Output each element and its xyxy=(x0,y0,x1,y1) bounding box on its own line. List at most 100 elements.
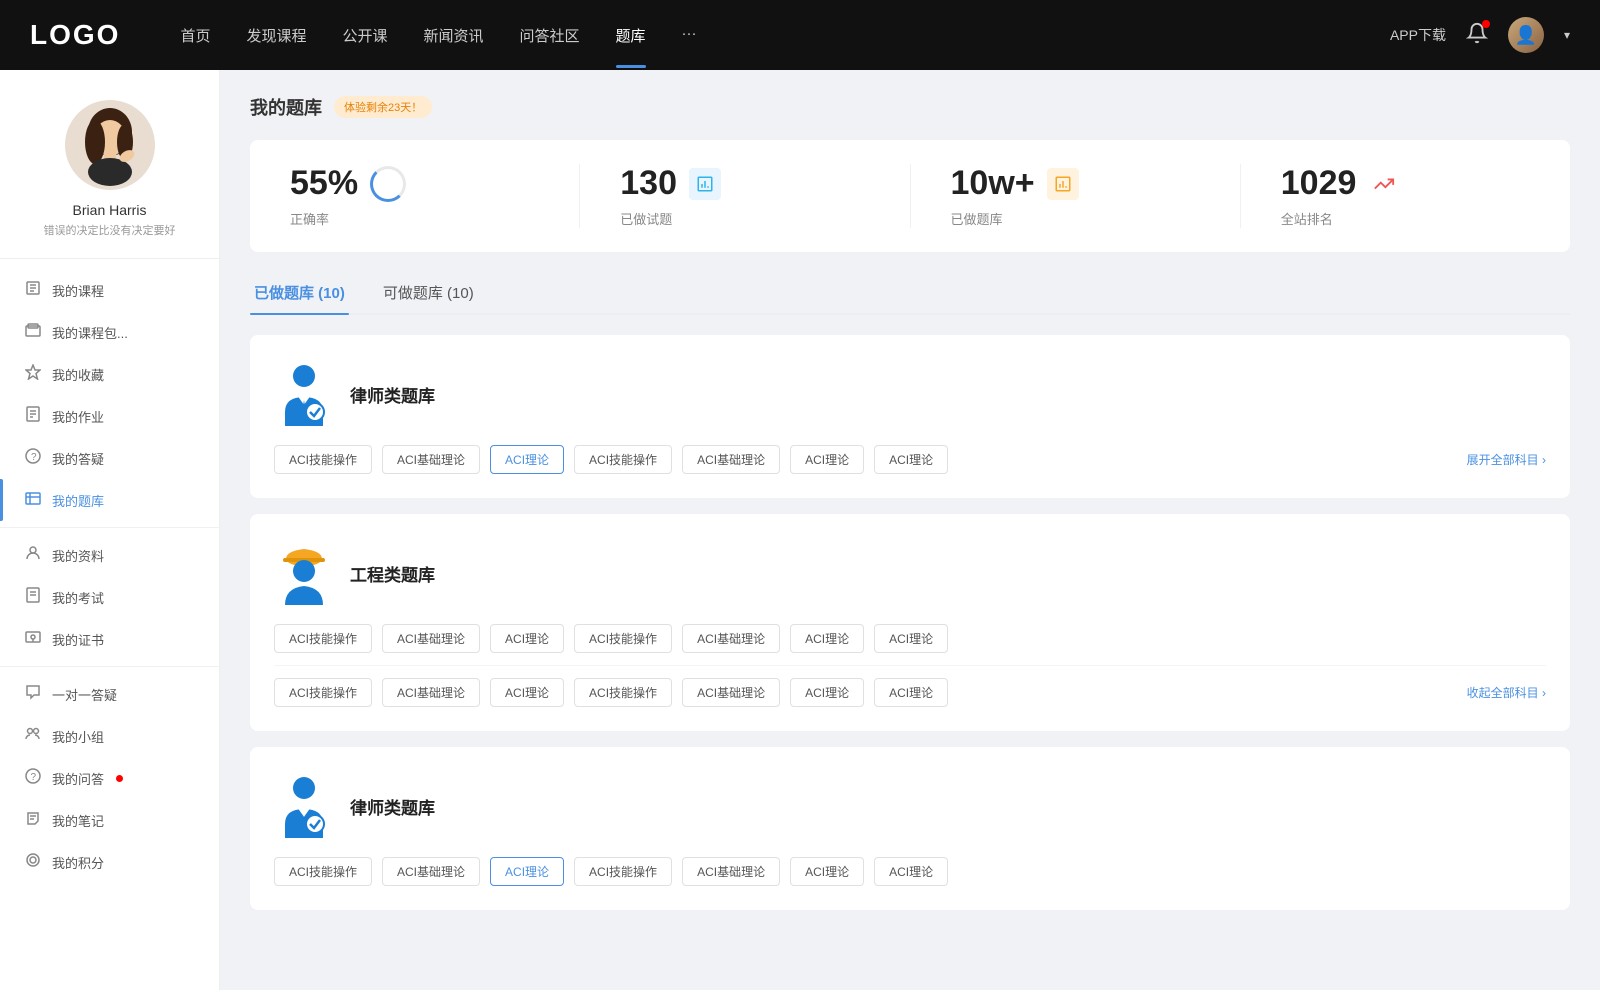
sidebar-item-homework[interactable]: 我的作业 xyxy=(0,395,219,437)
nav-item-more[interactable]: ··· xyxy=(682,25,697,46)
accuracy-icon xyxy=(370,166,406,202)
stat-accuracy: 55% 正确率 xyxy=(250,164,580,228)
sidebar-item-mycourse[interactable]: 我的课程 xyxy=(0,269,219,311)
bank-title-lawyer-2: 律师类题库 xyxy=(350,794,435,819)
group-icon xyxy=(24,726,42,746)
sidebar-item-group[interactable]: 我的小组 xyxy=(0,715,219,757)
course-icon xyxy=(24,280,42,300)
tag-l2-2[interactable]: ACI理论 xyxy=(490,857,564,886)
tag-l2-4[interactable]: ACI基础理论 xyxy=(682,857,780,886)
sidebar-motto: 错误的决定比没有决定要好 xyxy=(44,222,176,238)
nav-item-qa[interactable]: 问答社区 xyxy=(520,25,580,46)
tab-available[interactable]: 可做题库 (10) xyxy=(379,272,478,313)
nav-item-opencourse[interactable]: 公开课 xyxy=(342,25,387,46)
tag-l1-0[interactable]: ACI技能操作 xyxy=(274,445,372,474)
sidebar-item-coursepackage[interactable]: 我的课程包... xyxy=(0,311,219,353)
tag-l1-6[interactable]: ACI理论 xyxy=(874,445,948,474)
nav-item-home[interactable]: 首页 xyxy=(180,25,210,46)
bank-collapse-engineer[interactable]: 收起全部科目 › xyxy=(1467,684,1546,701)
tag-e-r2-2[interactable]: ACI理论 xyxy=(490,678,564,707)
avatar-dropdown-arrow[interactable]: ▾ xyxy=(1564,28,1570,42)
app-download-button[interactable]: APP下载 xyxy=(1390,25,1446,45)
tab-done[interactable]: 已做题库 (10) xyxy=(250,272,349,313)
sidebar-item-qa-label: 我的答疑 xyxy=(52,449,104,468)
sidebar-item-favorites[interactable]: 我的收藏 xyxy=(0,353,219,395)
tag-e-r1-1[interactable]: ACI基础理论 xyxy=(382,624,480,653)
svg-text:?: ? xyxy=(31,452,37,463)
sidebar-item-profile-label: 我的资料 xyxy=(52,546,104,565)
bank-tags-lawyer-1: ACI技能操作 ACI基础理论 ACI理论 ACI技能操作 ACI基础理论 AC… xyxy=(274,445,1546,474)
sidebar-profile: Brian Harris 错误的决定比没有决定要好 xyxy=(0,100,219,259)
main-content: 我的题库 体验剩余23天！ 55% 正确率 130 已做试题 xyxy=(220,70,1600,990)
tag-l2-5[interactable]: ACI理论 xyxy=(790,857,864,886)
bank-title-engineer: 工程类题库 xyxy=(350,561,435,586)
tag-e-r1-3[interactable]: ACI技能操作 xyxy=(574,624,672,653)
homework-icon xyxy=(24,406,42,426)
nav-item-discover[interactable]: 发现课程 xyxy=(246,25,306,46)
bank-divider-engineer xyxy=(274,665,1546,666)
stat-done-questions: 130 已做试题 xyxy=(580,164,910,228)
sidebar-item-homework-label: 我的作业 xyxy=(52,407,104,426)
tag-l2-6[interactable]: ACI理论 xyxy=(874,857,948,886)
avatar[interactable]: 👤 xyxy=(1508,17,1544,53)
tag-l1-5[interactable]: ACI理论 xyxy=(790,445,864,474)
sidebar-item-notes[interactable]: 我的笔记 xyxy=(0,799,219,841)
tag-l2-0[interactable]: ACI技能操作 xyxy=(274,857,372,886)
bank-expand-lawyer-1[interactable]: 展开全部科目 › xyxy=(1467,451,1546,468)
tag-l1-1[interactable]: ACI基础理论 xyxy=(382,445,480,474)
sidebar-item-1on1[interactable]: 一对一答疑 xyxy=(0,673,219,715)
sidebar-item-points-label: 我的积分 xyxy=(52,853,104,872)
sidebar-divider-1 xyxy=(0,527,219,528)
nav-item-news[interactable]: 新闻资讯 xyxy=(424,25,484,46)
stat-done-questions-label: 已做试题 xyxy=(620,209,672,228)
stat-done-questions-value: 130 xyxy=(620,164,677,203)
tag-e-r2-4[interactable]: ACI基础理论 xyxy=(682,678,780,707)
sidebar-item-1on1-label: 一对一答疑 xyxy=(52,685,117,704)
lawyer-icon-1 xyxy=(274,359,334,429)
tag-e-r2-5[interactable]: ACI理论 xyxy=(790,678,864,707)
star-icon xyxy=(24,364,42,384)
tag-e-r1-0[interactable]: ACI技能操作 xyxy=(274,624,372,653)
tag-e-r2-6[interactable]: ACI理论 xyxy=(874,678,948,707)
sidebar: Brian Harris 错误的决定比没有决定要好 我的课程 我的课程包... xyxy=(0,70,220,990)
bank-tags-engineer-row2: ACI技能操作 ACI基础理论 ACI理论 ACI技能操作 ACI基础理论 AC… xyxy=(274,678,1546,707)
sidebar-avatar xyxy=(65,100,155,190)
sidebar-item-qa[interactable]: ? 我的答疑 xyxy=(0,437,219,479)
sidebar-item-bank[interactable]: 我的题库 xyxy=(0,479,219,521)
notification-bell[interactable] xyxy=(1466,22,1488,49)
sidebar-item-myqa[interactable]: ? 我的问答 xyxy=(0,757,219,799)
tag-e-r1-2[interactable]: ACI理论 xyxy=(490,624,564,653)
stat-accuracy-label: 正确率 xyxy=(290,209,329,228)
tag-e-r1-5[interactable]: ACI理论 xyxy=(790,624,864,653)
tag-e-r2-0[interactable]: ACI技能操作 xyxy=(274,678,372,707)
nav-item-bank[interactable]: 题库 xyxy=(616,25,646,46)
navbar: LOGO 首页 发现课程 公开课 新闻资讯 问答社区 题库 ··· APP下载 … xyxy=(0,0,1600,70)
sidebar-item-profile[interactable]: 我的资料 xyxy=(0,534,219,576)
tag-e-r2-1[interactable]: ACI基础理论 xyxy=(382,678,480,707)
profile-icon xyxy=(24,545,42,565)
coursepackage-icon xyxy=(24,322,42,342)
sidebar-item-bank-label: 我的题库 xyxy=(52,491,104,510)
tag-e-r1-6[interactable]: ACI理论 xyxy=(874,624,948,653)
tag-e-r2-3[interactable]: ACI技能操作 xyxy=(574,678,672,707)
sidebar-item-points[interactable]: 我的积分 xyxy=(0,841,219,883)
tag-l2-3[interactable]: ACI技能操作 xyxy=(574,857,672,886)
tag-l1-3[interactable]: ACI技能操作 xyxy=(574,445,672,474)
myqa-badge xyxy=(116,775,123,782)
tag-l1-4[interactable]: ACI基础理论 xyxy=(682,445,780,474)
tag-e-r1-4[interactable]: ACI基础理论 xyxy=(682,624,780,653)
bank-title-lawyer-1: 律师类题库 xyxy=(350,382,435,407)
sidebar-item-exam[interactable]: 我的考试 xyxy=(0,576,219,618)
tag-l2-1[interactable]: ACI基础理论 xyxy=(382,857,480,886)
stat-done-banks: 10w+ 已做题库 xyxy=(911,164,1241,228)
lawyer-icon-2 xyxy=(274,771,334,841)
bank-header-lawyer-2: 律师类题库 xyxy=(274,771,1546,841)
tag-l1-2[interactable]: ACI理论 xyxy=(490,445,564,474)
sidebar-item-cert[interactable]: 我的证书 xyxy=(0,618,219,660)
notes-icon xyxy=(24,810,42,830)
chat-icon xyxy=(24,684,42,704)
stat-rank: 1029 全站排名 xyxy=(1241,164,1570,228)
stat-rank-value: 1029 xyxy=(1281,164,1357,203)
sidebar-divider-2 xyxy=(0,666,219,667)
nav-menu: 首页 发现课程 公开课 新闻资讯 问答社区 题库 ··· xyxy=(180,25,1390,46)
